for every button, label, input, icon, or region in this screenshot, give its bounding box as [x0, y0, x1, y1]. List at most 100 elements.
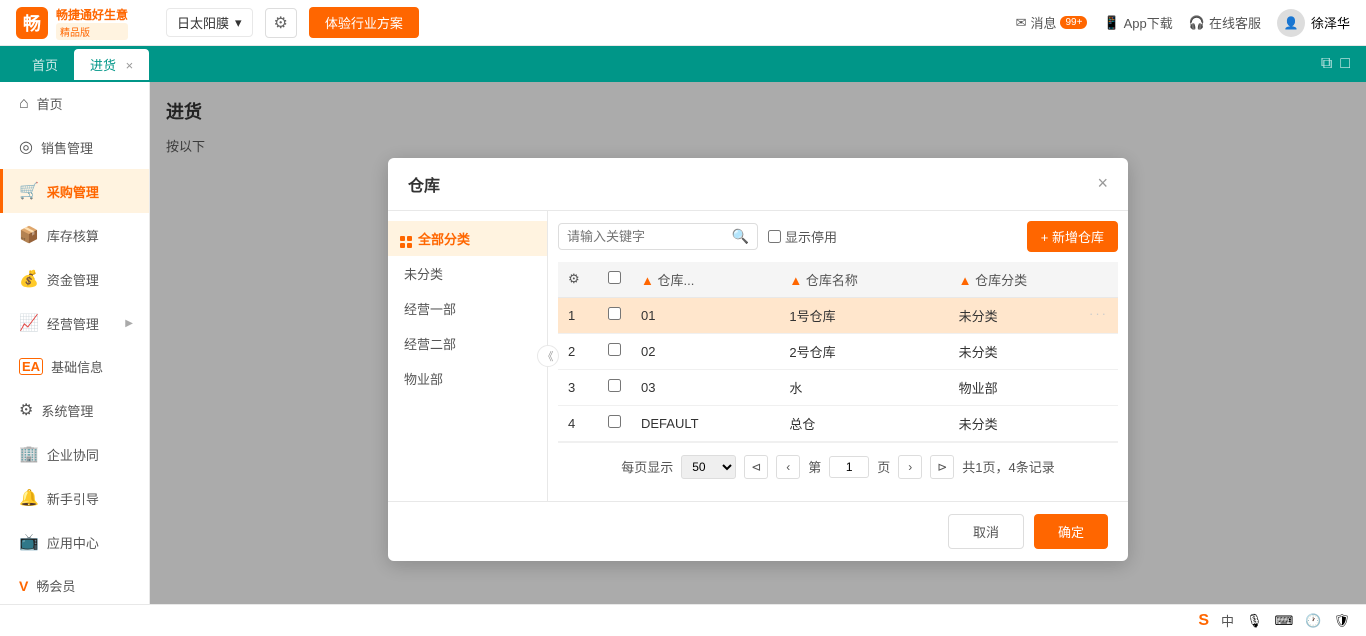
chevron-down-icon: ▾	[235, 15, 242, 31]
tab-home[interactable]: 首页	[16, 49, 74, 80]
select-all-checkbox[interactable]	[608, 271, 621, 284]
user-menu[interactable]: 👤 徐泽华	[1277, 9, 1350, 37]
search-box: 🔍	[558, 223, 758, 250]
collapse-panel-button[interactable]: 《	[537, 345, 559, 367]
sidebar-item-system[interactable]: ⚙ 系统管理	[0, 388, 149, 432]
sidebar-item-purchase[interactable]: 🛒 采购管理	[0, 169, 149, 213]
clock-icon[interactable]: 🕐	[1305, 613, 1321, 629]
sidebar-item-home[interactable]: ⌂ 首页	[0, 82, 149, 125]
category-item-ops1[interactable]: 经营一部	[388, 291, 547, 326]
col-category: ▲ 仓库分类	[949, 262, 1118, 298]
next-page-button[interactable]: ›	[898, 455, 922, 479]
home-icon: ⌂	[19, 95, 29, 113]
grid-icon	[400, 229, 412, 248]
row-num: 1	[558, 297, 598, 333]
row-checkbox[interactable]	[608, 415, 621, 428]
logo-icon: 畅	[16, 7, 48, 39]
show-disabled-label[interactable]: 显示停用	[768, 227, 837, 246]
inventory-icon: 📦	[19, 225, 39, 245]
sort-icon-cat: ▲	[959, 273, 972, 288]
row-num: 2	[558, 333, 598, 369]
table-panel: 🔍 显示停用 + 新增仓库 ⚙	[548, 211, 1128, 501]
table-row[interactable]: 4 DEFAULT 总仓 未分类	[558, 405, 1118, 441]
page-number-input[interactable]	[829, 456, 869, 478]
keyboard-icon[interactable]: ⌨	[1275, 613, 1294, 629]
table-row[interactable]: 2 02 2号仓库 未分类	[558, 333, 1118, 369]
col-name: ▲ 仓库名称	[779, 262, 948, 298]
modal-close-button[interactable]: ×	[1097, 173, 1108, 194]
page-size-select[interactable]: 50 100 200	[681, 455, 736, 479]
window-maximize-button[interactable]: □	[1340, 55, 1350, 73]
row-checkbox[interactable]	[608, 307, 621, 320]
warehouse-modal: 仓库 × 全部分类 未分类 经营一部 经营二部 物业	[388, 158, 1128, 561]
sort-icon: ▲	[641, 273, 654, 288]
guide-icon: 🔔	[19, 488, 39, 508]
sidebar-item-enterprise[interactable]: 🏢 企业协同	[0, 432, 149, 476]
mic-icon[interactable]: 🎙	[1246, 613, 1263, 629]
row-num: 4	[558, 405, 598, 441]
pagination: 每页显示 50 100 200 ⊲ ‹ 第 页 › ⊳ 共1页，4条记录	[558, 442, 1118, 491]
modal-body: 全部分类 未分类 经营一部 经营二部 物业部 《 🔍	[388, 211, 1128, 501]
headset-icon: 🎧	[1189, 15, 1205, 31]
operations-icon: 📈	[19, 313, 39, 333]
avatar: 👤	[1277, 9, 1305, 37]
phone-icon: 📱	[1103, 15, 1119, 31]
basics-icon: EA	[19, 358, 43, 375]
logo-area: 畅 畅捷通好生意 精品版	[16, 6, 166, 40]
confirm-button[interactable]: 确定	[1034, 514, 1108, 549]
row-checkbox[interactable]	[608, 379, 621, 392]
table-container: ⚙ ▲ 仓库... ▲ 仓库名称 ▲ 仓库分类	[558, 262, 1118, 442]
first-page-button[interactable]: ⊲	[744, 455, 768, 479]
sidebar-item-basics[interactable]: EA 基础信息	[0, 345, 149, 388]
header-right: ✉ 消息 99+ 📱 App下载 🎧 在线客服 👤 徐泽华	[1016, 9, 1350, 37]
expand-icon: ▶	[125, 318, 133, 329]
bottom-bar: S 中 🎙 ⌨ 🕐 🛡	[0, 604, 1366, 636]
cancel-button[interactable]: 取消	[948, 514, 1024, 549]
online-service-button[interactable]: 🎧 在线客服	[1189, 13, 1261, 32]
message-button[interactable]: ✉ 消息 99+	[1016, 13, 1088, 32]
add-warehouse-button[interactable]: + 新增仓库	[1027, 221, 1118, 252]
row-name: 1号仓库	[779, 297, 948, 333]
try-industry-button[interactable]: 体验行业方案	[309, 7, 419, 38]
row-name: 2号仓库	[779, 333, 948, 369]
last-page-button[interactable]: ⊳	[930, 455, 954, 479]
category-item-property[interactable]: 物业部	[388, 361, 547, 396]
window-restore-button[interactable]: ⧉	[1321, 55, 1332, 73]
col-checkbox	[598, 262, 631, 298]
show-disabled-checkbox[interactable]	[768, 230, 781, 243]
enterprise-icon: 🏢	[19, 444, 39, 464]
search-icon[interactable]: 🔍	[732, 228, 749, 245]
purchase-icon: 🛒	[19, 181, 39, 201]
sort-icon-name: ▲	[789, 273, 802, 288]
modal-footer: 取消 确定	[388, 501, 1128, 561]
prev-page-button[interactable]: ‹	[776, 455, 800, 479]
row-actions[interactable]: ···	[1089, 306, 1108, 321]
chinese-icon: 中	[1221, 611, 1234, 630]
warehouse-table: ⚙ ▲ 仓库... ▲ 仓库名称 ▲ 仓库分类	[558, 262, 1118, 442]
sidebar-item-finance[interactable]: 💰 资金管理	[0, 257, 149, 301]
table-row[interactable]: 1 01 1号仓库 未分类 ···	[558, 297, 1118, 333]
sidebar-item-appcenter[interactable]: 📺 应用中心	[0, 520, 149, 564]
all-categories-item[interactable]: 全部分类	[388, 221, 547, 256]
sidebar-item-sales[interactable]: ◎ 销售管理	[0, 125, 149, 169]
table-head: ⚙ ▲ 仓库... ▲ 仓库名称 ▲ 仓库分类	[558, 262, 1118, 298]
search-input[interactable]	[567, 229, 732, 244]
settings-button[interactable]: ⚙	[265, 8, 297, 38]
store-selector[interactable]: 日太阳膜 ▾	[166, 8, 253, 37]
row-checkbox[interactable]	[608, 343, 621, 356]
logo-text: 畅捷通好生意 精品版	[56, 6, 128, 40]
sidebar-item-operations[interactable]: 📈 经营管理 ▶	[0, 301, 149, 345]
tab-purchase[interactable]: 进货 ×	[74, 49, 149, 80]
table-row[interactable]: 3 03 水 物业部	[558, 369, 1118, 405]
category-item-unclassified[interactable]: 未分类	[388, 256, 547, 291]
app-download-button[interactable]: 📱 App下载	[1103, 13, 1172, 32]
tab-close-icon[interactable]: ×	[126, 58, 134, 73]
shield-icon[interactable]: 🛡	[1333, 613, 1350, 629]
sidebar-item-inventory[interactable]: 📦 库存核算	[0, 213, 149, 257]
sidebar-item-guide[interactable]: 🔔 新手引导	[0, 476, 149, 520]
row-name: 总仓	[779, 405, 948, 441]
sidebar-item-member[interactable]: V 畅会员	[0, 564, 149, 607]
category-item-ops2[interactable]: 经营二部	[388, 326, 547, 361]
modal-overlay: 仓库 × 全部分类 未分类 经营一部 经营二部 物业	[150, 82, 1366, 636]
system-icon: ⚙	[19, 400, 33, 420]
